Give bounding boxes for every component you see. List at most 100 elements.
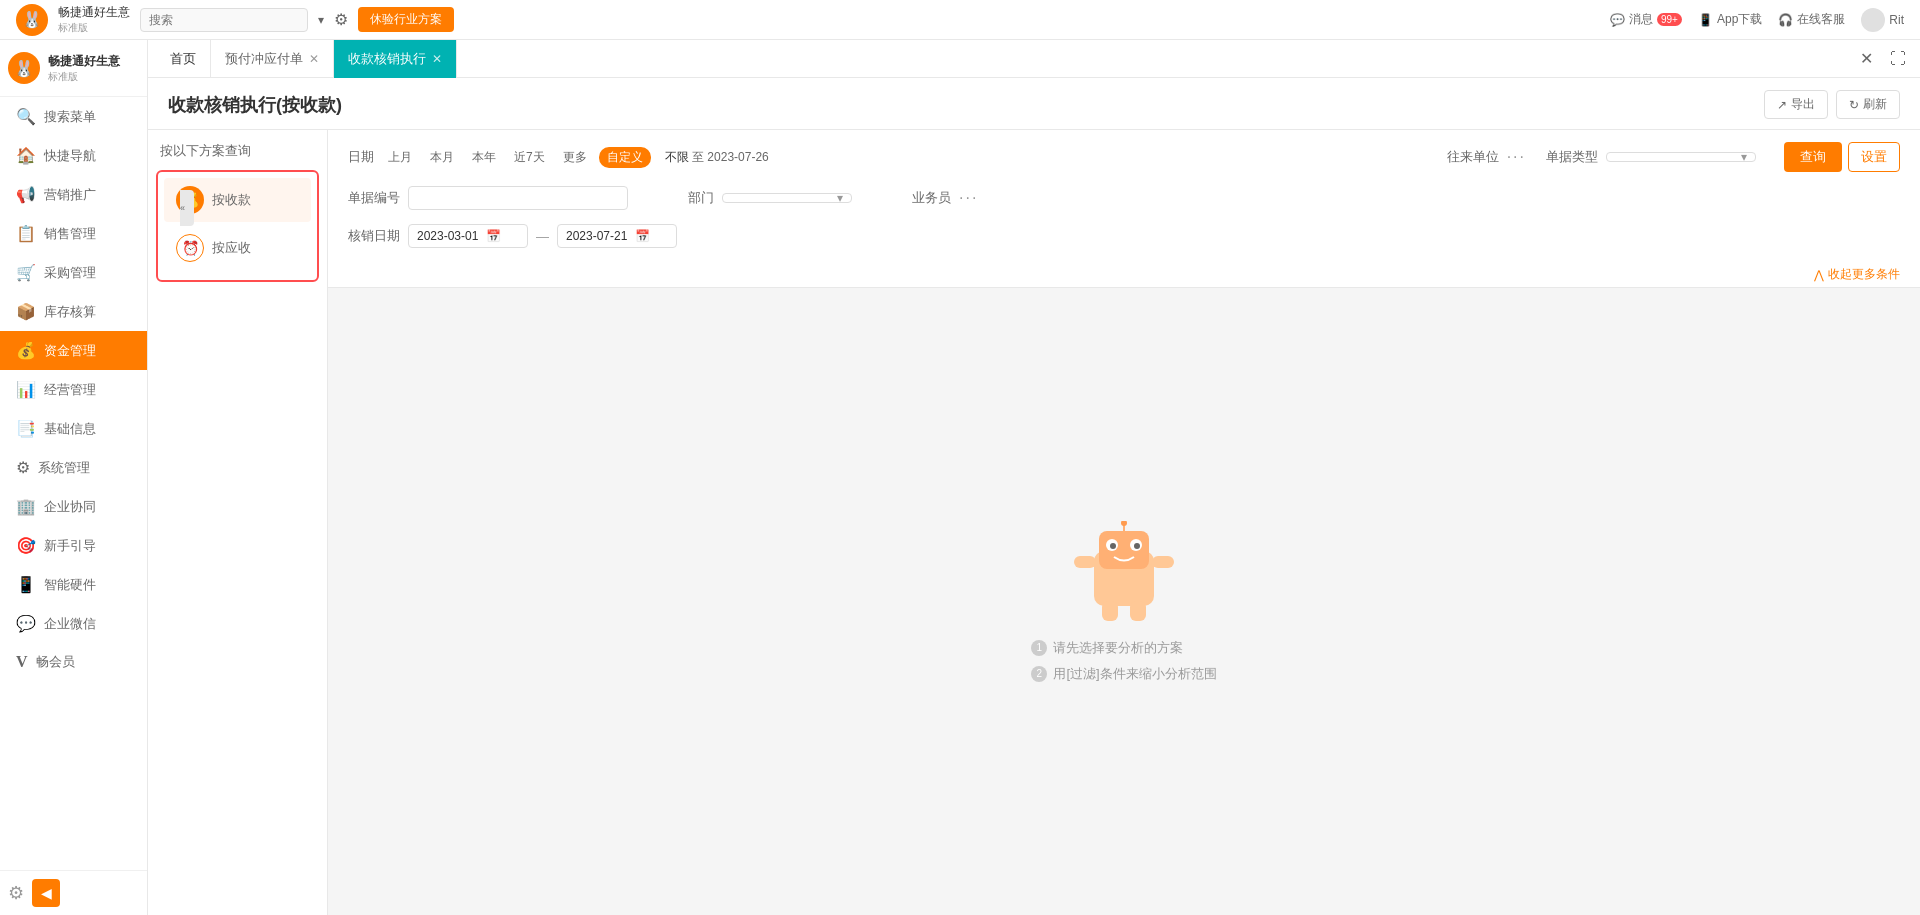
page-actions: ↗ 导出 ↻ 刷新 [1764,90,1900,119]
tab-prepay[interactable]: 预付冲应付单 ✕ [211,40,334,78]
doc-no-input[interactable] [408,186,628,210]
business-icon: 📊 [16,380,36,399]
dept-select[interactable]: ▾ [722,193,852,203]
refresh-icon: ↻ [1849,98,1859,112]
filter-counterparty: 往来单位 ··· [1447,148,1526,166]
sidebar-logo: 🐰 畅捷通好生意 标准版 [0,40,147,97]
filter-staff: 业务员 ··· [912,189,978,207]
sidebar-item-marketing[interactable]: 📢 营销推广 [0,175,147,214]
empty-messages: 1 请先选择要分析的方案 2 用[过滤]条件来缩小分析范围 [1031,639,1216,683]
svg-point-11 [1121,521,1127,526]
page-content: 按以下方案查询 💰 按收款 ⏰ 按应收 [148,130,1920,915]
close-prepay-tab[interactable]: ✕ [309,52,319,66]
collapse-more-btn[interactable]: ⋀ 收起更多条件 [348,262,1900,287]
sidebar-item-search-menu[interactable]: 🔍 搜索菜单 [0,97,147,136]
dept-chevron-icon: ▾ [837,191,843,205]
sidebar-bottom: ⚙ ◀ [0,870,147,915]
dropdown-icon[interactable]: ▾ [318,13,324,27]
sidebar-item-guide[interactable]: 🎯 新手引导 [0,526,147,565]
counterparty-picker[interactable]: ··· [1507,148,1526,166]
this-month-btn[interactable]: 本月 [424,147,460,168]
close-all-tabs-btn[interactable]: ✕ [1852,45,1880,73]
sidebar-item-sales[interactable]: 📋 销售管理 [0,214,147,253]
top-search-input[interactable] [140,8,308,32]
chevron-down-icon: ▾ [1741,150,1747,164]
staff-picker[interactable]: ··· [959,189,978,207]
sidebar-logo-icon: 🐰 [8,52,40,84]
system-icon: ⚙ [16,458,30,477]
page-title-row: 收款核销执行(按收款) ↗ 导出 ↻ 刷新 [168,90,1900,119]
sidebar-item-system[interactable]: ⚙ 系统管理 [0,448,147,487]
doc-type-select[interactable]: ▾ [1606,152,1756,162]
message-badge: 99+ [1657,13,1682,26]
enterprise-icon: 🏢 [16,497,36,516]
basic-info-icon: 📑 [16,419,36,438]
home-icon: 🏠 [16,146,36,165]
avatar [1861,8,1885,32]
sidebar-item-hardware[interactable]: 📱 智能硬件 [0,565,147,604]
empty-illustration [1064,521,1184,631]
industry-btn[interactable]: 休验行业方案 [358,7,454,32]
sidebar-item-inventory[interactable]: 📦 库存核算 [0,292,147,331]
filter-sidebar-wrap: 按以下方案查询 💰 按收款 ⏰ 按应收 [148,130,328,915]
app-download-btn[interactable]: 📱 App下载 [1698,11,1762,28]
custom-btn[interactable]: 自定义 [599,147,651,168]
expand-tab-btn[interactable]: ⛶ [1884,45,1912,73]
svg-rect-9 [1130,601,1146,621]
verify-date-start[interactable]: 2023-03-01 📅 [408,224,528,248]
service-icon: 🎧 [1778,13,1793,27]
receivable-icon: ⏰ [176,234,204,262]
tab-collection[interactable]: 收款核销执行 ✕ [334,40,457,78]
app-icon: 📱 [1698,13,1713,27]
sidebar-collapse-btn[interactable]: ◀ [32,879,60,907]
sidebar-brand: 畅捷通好生意 标准版 [48,53,120,84]
top-bar: 🐰 畅捷通好生意 标准版 ▾ ⚙ 休验行业方案 💬 消息 99+ 📱 App下载… [0,0,1920,40]
verify-date-end[interactable]: 2023-07-21 📅 [557,224,677,248]
refresh-btn[interactable]: ↻ 刷新 [1836,90,1900,119]
sidebar-item-purchase[interactable]: 🛒 采购管理 [0,253,147,292]
filter-row-3: 核销日期 2023-03-01 📅 — 2023-07-21 📅 [348,224,1900,248]
tab-home[interactable]: 首页 [156,40,211,78]
this-year-btn[interactable]: 本年 [466,147,502,168]
sidebar: 🐰 畅捷通好生意 标准版 🔍 搜索菜单 🏠 快捷导航 📢 营销推广 📋 销售管理… [0,40,148,915]
last-7days-btn[interactable]: 近7天 [508,147,551,168]
gear-icon[interactable]: ⚙ [334,10,348,29]
app-logo: 🐰 [16,4,48,36]
close-collection-tab[interactable]: ✕ [432,52,442,66]
filter-doc-type: 单据类型 ▾ [1546,148,1756,166]
search-icon: 🔍 [16,107,36,126]
svg-rect-1 [1099,531,1149,569]
svg-rect-8 [1102,601,1118,621]
filter-verify-date: 核销日期 2023-03-01 📅 — 2023-07-21 📅 [348,224,677,248]
online-service-btn[interactable]: 🎧 在线客服 [1778,11,1845,28]
sidebar-item-business[interactable]: 📊 经营管理 [0,370,147,409]
more-btn[interactable]: 更多 [557,147,593,168]
finance-icon: 💰 [16,341,36,360]
export-btn[interactable]: ↗ 导出 [1764,90,1828,119]
sidebar-item-member[interactable]: V 畅会员 [0,643,147,681]
sidebar-item-wechat[interactable]: 💬 企业微信 [0,604,147,643]
setting-btn[interactable]: 设置 [1848,142,1900,172]
message-btn[interactable]: 💬 消息 99+ [1610,11,1682,28]
sidebar-item-finance[interactable]: 💰 资金管理 [0,331,147,370]
hardware-icon: 📱 [16,575,36,594]
filter-dept: 部门 ▾ [688,189,852,207]
tab-bar: 首页 预付冲应付单 ✕ 收款核销执行 ✕ ✕ ⛶ [148,40,1920,78]
date-shortcuts-group: 上月 本月 本年 近7天 更多 自定义 [382,147,651,168]
wechat-icon: 💬 [16,614,36,633]
user-menu[interactable]: Rit [1861,8,1904,32]
date-range-display: 不限 至 2023-07-26 [665,149,769,166]
page-title: 收款核销执行(按收款) [168,93,342,117]
robot-svg [1064,521,1184,631]
sidebar-item-enterprise[interactable]: 🏢 企业协同 [0,487,147,526]
settings-icon[interactable]: ⚙ [8,882,24,904]
filter-row-2: 单据编号 部门 ▾ 业务员 ··· [348,186,1900,210]
filter-option-by-receivable[interactable]: ⏰ 按应收 [164,226,311,270]
inventory-icon: 📦 [16,302,36,321]
svg-point-5 [1134,543,1140,549]
sidebar-item-quick-nav[interactable]: 🏠 快捷导航 [0,136,147,175]
sidebar-item-basic-info[interactable]: 📑 基础信息 [0,409,147,448]
last-month-btn[interactable]: 上月 [382,147,418,168]
collapse-more-icon: ⋀ [1814,268,1824,282]
query-btn[interactable]: 查询 [1784,142,1842,172]
